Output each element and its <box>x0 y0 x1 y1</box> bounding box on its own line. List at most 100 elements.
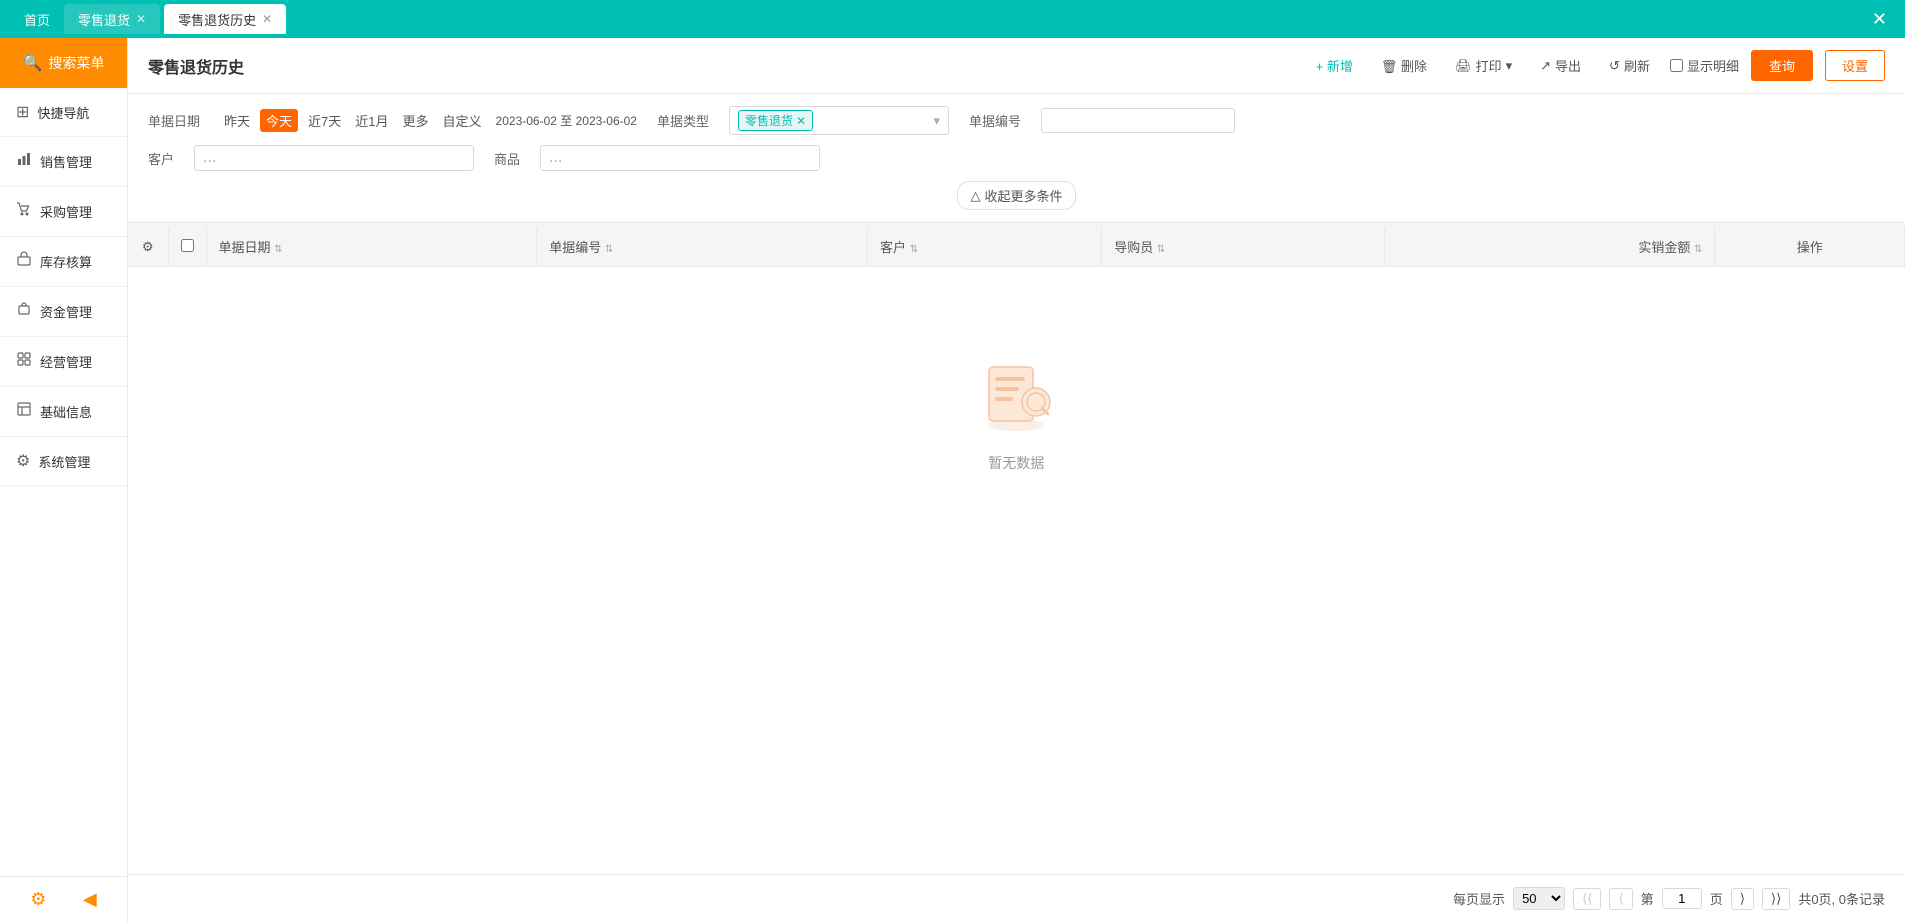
export-button[interactable]: ↗ 导出 <box>1532 52 1589 79</box>
type-filter-arrow-icon: ▾ <box>933 113 940 129</box>
sidebar-item-inventory-label: 库存核算 <box>40 252 92 271</box>
print-dropdown-icon: ▾ <box>1506 58 1513 74</box>
col-action: 操作 <box>1715 227 1905 267</box>
sidebar-item-system[interactable]: ⚙ 系统管理 <box>0 437 127 486</box>
sidebar-item-operation-label: 经营管理 <box>40 352 92 371</box>
empty-text: 暂无数据 <box>988 453 1044 473</box>
purchase-icon <box>16 201 32 222</box>
total-info: 共0页, 0条记录 <box>1798 889 1885 908</box>
table-area: ⚙ 单据日期 ⇅ 单据编号 ⇅ 客户 <box>128 227 1905 874</box>
sidebar-item-quick-nav[interactable]: ⊞ 快捷导航 <box>0 88 127 137</box>
page-size-label: 每页显示 <box>1453 889 1505 908</box>
bill-no-input[interactable] <box>1041 108 1235 133</box>
date-option-more[interactable]: 更多 <box>399 109 433 132</box>
tab-home[interactable]: 首页 <box>10 4 64 34</box>
col-amount-sort-icon: ⇅ <box>1694 244 1702 255</box>
sidebar-item-sales[interactable]: 销售管理 <box>0 137 127 187</box>
setting-button[interactable]: 设置 <box>1825 50 1885 81</box>
tab-retail-return-history-close[interactable]: ✕ <box>262 12 272 26</box>
empty-state: 暂无数据 <box>128 267 1905 553</box>
col-settings[interactable]: ⚙ <box>128 227 168 267</box>
col-date[interactable]: 单据日期 ⇅ <box>206 227 537 267</box>
customer-ellipsis: ... <box>203 149 216 167</box>
sidebar-item-operation[interactable]: 经营管理 <box>0 337 127 387</box>
empty-state-icon <box>971 347 1061 437</box>
goods-ellipsis: ... <box>549 149 562 167</box>
collapse-sidebar-icon[interactable]: ◀ <box>83 889 97 910</box>
sidebar-item-purchase[interactable]: 采购管理 <box>0 187 127 237</box>
operation-icon <box>16 351 32 372</box>
date-option-1month[interactable]: 近1月 <box>351 109 392 132</box>
filter-area: 单据日期 昨天 今天 近7天 近1月 更多 自定义 2023-06-02 至 2… <box>128 94 1905 223</box>
refresh-button[interactable]: ↺ 刷新 <box>1601 52 1658 79</box>
collapse-button[interactable]: △ 收起更多条件 <box>957 181 1075 210</box>
page-number-input[interactable] <box>1662 888 1702 909</box>
sidebar-item-finance-label: 资金管理 <box>40 302 92 321</box>
sidebar-item-finance[interactable]: 资金管理 <box>0 287 127 337</box>
type-tag-close[interactable]: ✕ <box>796 114 806 128</box>
table-body: 暂无数据 <box>128 267 1905 554</box>
window-close-icon[interactable]: ✕ <box>1864 9 1895 30</box>
collapse-icon: △ <box>970 188 980 204</box>
date-option-7days[interactable]: 近7天 <box>304 109 345 132</box>
col-guide[interactable]: 导购员 ⇅ <box>1102 227 1384 267</box>
date-filter-label: 单据日期 <box>148 111 200 130</box>
settings-bottom-icon[interactable]: ⚙ <box>30 889 46 910</box>
page-unit: 页 <box>1710 889 1723 908</box>
sidebar-bottom: ⚙ ◀ <box>0 876 127 922</box>
sidebar-item-base[interactable]: 基础信息 <box>0 387 127 437</box>
refresh-label: 刷新 <box>1624 56 1650 75</box>
type-filter-label: 单据类型 <box>657 111 709 130</box>
col-date-label: 单据日期 <box>219 240 271 255</box>
col-guide-sort-icon: ⇅ <box>1157 244 1165 255</box>
page-first-button[interactable]: ⟨⟨ <box>1573 888 1601 910</box>
sales-icon <box>16 151 32 172</box>
col-bill-no[interactable]: 单据编号 ⇅ <box>537 227 868 267</box>
base-icon <box>16 401 32 422</box>
date-option-today[interactable]: 今天 <box>260 109 298 132</box>
print-label: 打印 <box>1476 56 1502 75</box>
data-table: ⚙ 单据日期 ⇅ 单据编号 ⇅ 客户 <box>128 227 1905 553</box>
sidebar-search-label: 搜索菜单 <box>48 53 104 73</box>
sidebar-nav: ⊞ 快捷导航 销售管理 采购管理 库存核算 <box>0 88 127 876</box>
goods-label: 商品 <box>494 149 520 168</box>
page-next-button[interactable]: ⟩ <box>1731 888 1754 910</box>
type-tag-label: 零售退货 <box>745 112 793 129</box>
date-option-yesterday[interactable]: 昨天 <box>220 109 254 132</box>
export-icon: ↗ <box>1540 58 1551 74</box>
customer-filter-select[interactable]: ... <box>194 145 474 171</box>
finance-icon <box>16 301 32 322</box>
tab-retail-return-close[interactable]: ✕ <box>136 12 146 26</box>
select-all-checkbox[interactable] <box>181 239 194 252</box>
filter-row-1: 单据日期 昨天 今天 近7天 近1月 更多 自定义 2023-06-02 至 2… <box>148 106 1885 135</box>
print-button[interactable]: 🖨 打印 ▾ <box>1447 52 1520 79</box>
type-filter-select[interactable]: 零售退货 ✕ ▾ <box>729 106 949 135</box>
page-prev-button[interactable]: ⟨ <box>1609 888 1632 910</box>
sidebar-search[interactable]: 🔍 搜索菜单 <box>0 38 127 88</box>
col-checkbox <box>168 227 206 267</box>
page-header: 零售退货历史 + 新增 🗑 删除 🖨 打印 ▾ ↗ 导出 ↺ 刷新 <box>128 38 1905 94</box>
system-icon: ⚙ <box>16 451 30 471</box>
sidebar-item-inventory[interactable]: 库存核算 <box>0 237 127 287</box>
new-button[interactable]: + 新增 <box>1308 52 1361 79</box>
show-detail-text: 显示明细 <box>1687 56 1739 75</box>
tab-retail-return-history[interactable]: 零售退货历史 ✕ <box>164 4 286 34</box>
page-size-select[interactable]: 10 20 50 100 <box>1513 887 1565 910</box>
show-detail-checkbox[interactable] <box>1670 59 1683 72</box>
delete-button[interactable]: 🗑 删除 <box>1373 52 1435 79</box>
search-icon: 🔍 <box>23 53 43 73</box>
date-option-custom[interactable]: 自定义 <box>439 109 486 132</box>
export-label: 导出 <box>1555 56 1581 75</box>
goods-filter-select[interactable]: ... <box>540 145 820 171</box>
print-icon: 🖨 <box>1455 58 1472 74</box>
sidebar-item-sales-label: 销售管理 <box>40 152 92 171</box>
query-button[interactable]: 查询 <box>1751 50 1813 81</box>
col-bill-no-sort-icon: ⇅ <box>605 244 613 255</box>
col-amount[interactable]: 实销金额 ⇅ <box>1384 227 1715 267</box>
tab-retail-return[interactable]: 零售退货 ✕ <box>64 4 160 34</box>
col-guide-label: 导购员 <box>1114 240 1153 255</box>
col-customer[interactable]: 客户 ⇅ <box>868 227 1102 267</box>
customer-label: 客户 <box>148 149 174 168</box>
page-last-button[interactable]: ⟩⟩ <box>1762 888 1790 910</box>
show-detail-label: 显示明细 <box>1670 56 1739 75</box>
